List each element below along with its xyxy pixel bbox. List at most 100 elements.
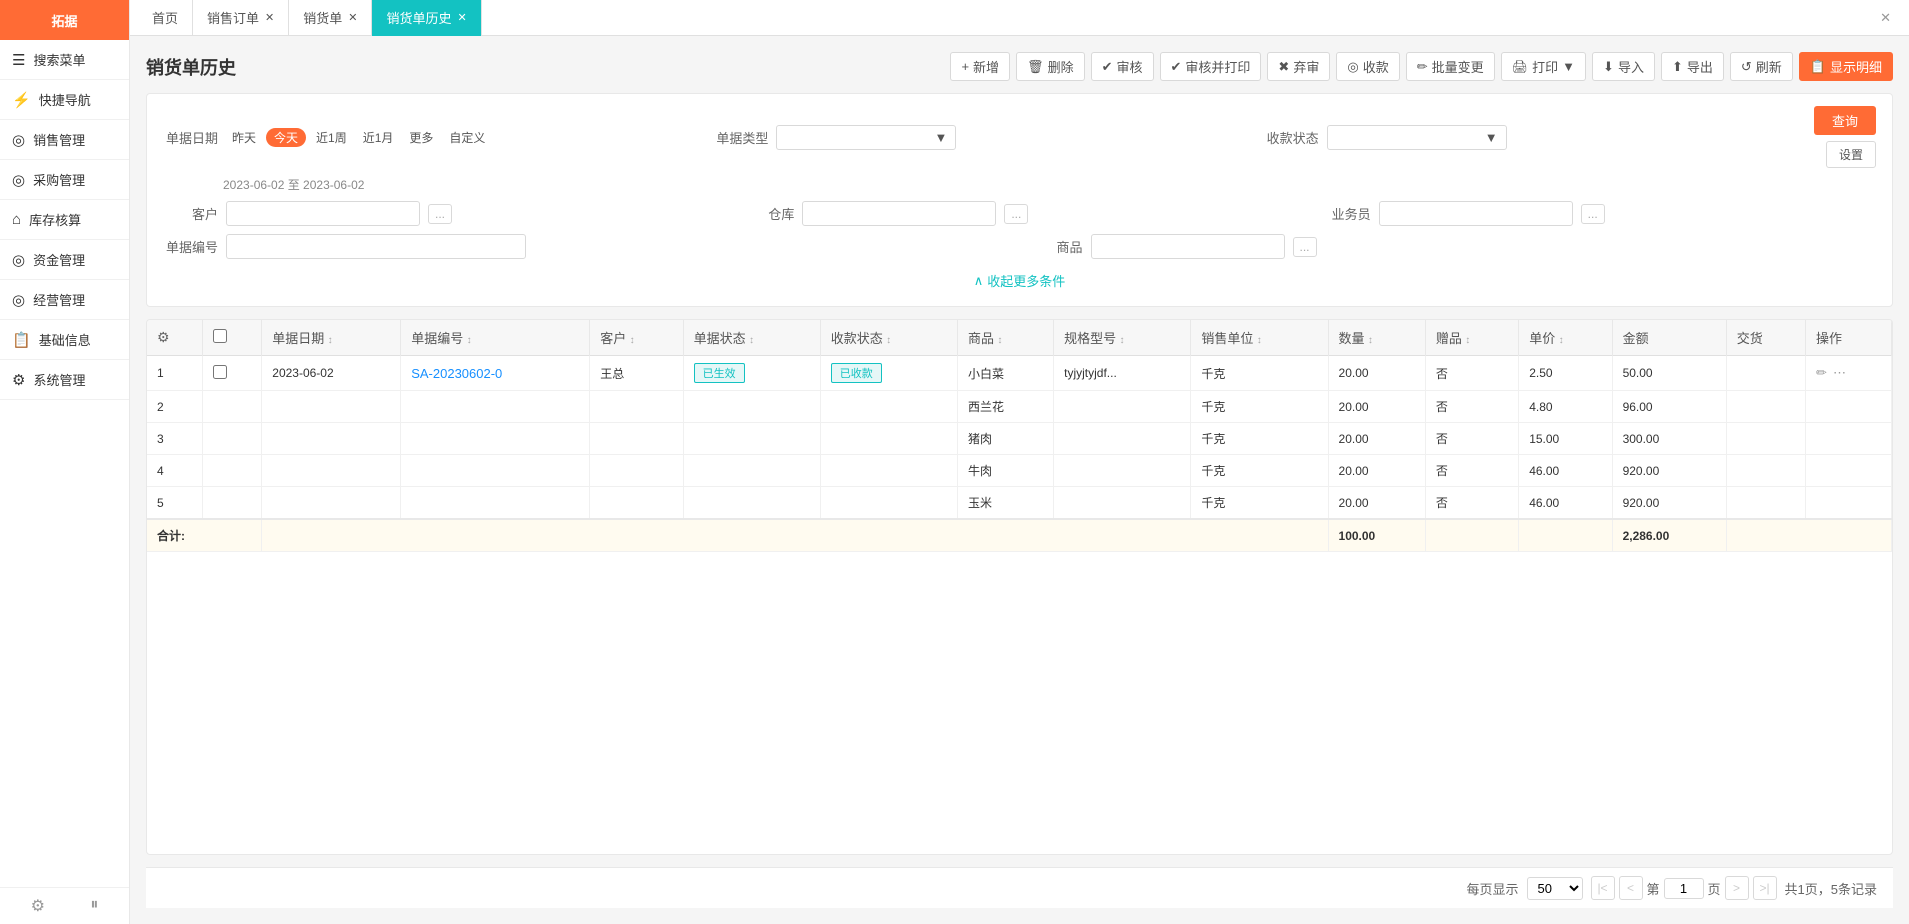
- page-size-select[interactable]: 50 100 200: [1527, 877, 1583, 900]
- date-filter-label: 单据日期: [163, 128, 218, 147]
- table-gear-icon[interactable]: ⚙: [157, 329, 170, 345]
- tab-home[interactable]: 首页: [138, 0, 193, 36]
- sidebar-settings-btn[interactable]: ⚙: [31, 896, 45, 916]
- close-all-tabs-btn[interactable]: ✕: [1870, 6, 1901, 30]
- close-sales-history-icon[interactable]: ✕: [458, 11, 467, 24]
- th-payment-status[interactable]: 收款状态 ↕: [820, 320, 957, 356]
- sidebar-item-basic-info[interactable]: 📋 基础信息: [0, 320, 129, 360]
- th-doc-date[interactable]: 单据日期 ↕: [262, 320, 401, 356]
- table-body: 1 2023-06-02 SA-20230602-0 王总 已生效 已收款 小白…: [147, 356, 1892, 552]
- row1-action-icons: ✏ ⋯: [1816, 365, 1881, 381]
- staff-input[interactable]: [1379, 201, 1573, 226]
- th-spec-model[interactable]: 规格型号 ↕: [1054, 320, 1191, 356]
- customer-ellipsis-btn[interactable]: ...: [428, 204, 452, 224]
- refresh-button[interactable]: ↺ 刷新: [1730, 52, 1793, 81]
- delete-button[interactable]: 🗑 删除: [1016, 52, 1085, 81]
- row1-edit-icon[interactable]: ✏: [1816, 365, 1827, 381]
- batch-change-button[interactable]: ✏ 批量变更: [1406, 52, 1495, 81]
- select-all-checkbox[interactable]: [213, 329, 227, 343]
- import-button[interactable]: ⬇ 导入: [1592, 52, 1655, 81]
- th-sales-unit[interactable]: 销售单位 ↕: [1191, 320, 1328, 356]
- more-shortcut[interactable]: 更多: [403, 128, 439, 147]
- new-button[interactable]: + 新增: [950, 52, 1010, 81]
- abandon-button[interactable]: ✖ 弃审: [1267, 52, 1330, 81]
- print-button[interactable]: 🖨 打印 ▼: [1501, 52, 1586, 81]
- doc-type-select[interactable]: ▼: [776, 125, 956, 150]
- sidebar-logo: 拓据: [0, 0, 129, 40]
- payment-status-filter-field: 收款状态 ▼: [1264, 125, 1798, 150]
- tab-sales-history[interactable]: 销货单历史 ✕: [372, 0, 481, 36]
- sidebar-pause-btn[interactable]: ⏸: [90, 896, 98, 916]
- close-sales-order-icon[interactable]: ✕: [265, 11, 274, 24]
- tab-sales-order[interactable]: 销售订单 ✕: [193, 0, 289, 36]
- row1-checkbox: [203, 356, 262, 391]
- audit-print-button[interactable]: ✔ 审核并打印: [1160, 52, 1262, 81]
- sidebar-item-quick-nav[interactable]: ⚡ 快捷导航: [0, 80, 129, 120]
- import-icon: ⬇: [1603, 59, 1614, 75]
- audit-button[interactable]: ✔ 审核: [1091, 52, 1154, 81]
- goods-ellipsis-btn[interactable]: ...: [1293, 237, 1317, 257]
- custom-shortcut[interactable]: 自定义: [443, 128, 491, 147]
- customer-input[interactable]: [226, 201, 420, 226]
- doc-no-input[interactable]: [226, 234, 526, 259]
- th-customer[interactable]: 客户 ↕: [590, 320, 683, 356]
- query-button[interactable]: 查询: [1814, 106, 1876, 135]
- next-page-btn[interactable]: >: [1725, 876, 1749, 900]
- yesterday-shortcut[interactable]: 昨天: [226, 128, 262, 147]
- first-page-btn[interactable]: |<: [1591, 876, 1615, 900]
- close-sales-goods-icon[interactable]: ✕: [348, 11, 357, 24]
- filter-collapse-btn[interactable]: ∧ 收起更多条件: [163, 267, 1876, 294]
- sidebar-item-purchase-mgmt[interactable]: ◎ 采购管理: [0, 160, 129, 200]
- th-doc-status[interactable]: 单据状态 ↕: [683, 320, 820, 356]
- row4-unit-price: 46.00: [1519, 455, 1612, 487]
- sidebar-item-operations[interactable]: ◎ 经营管理: [0, 280, 129, 320]
- last-page-btn[interactable]: >|: [1753, 876, 1777, 900]
- content-area: 销货单历史 + 新增 🗑 删除 ✔ 审核 ✔ 审核并打印: [130, 36, 1909, 924]
- summary-row: 合计: 100.00 2,286.00: [147, 519, 1892, 552]
- show-detail-button[interactable]: 📋 显示明细: [1799, 52, 1893, 81]
- sort-doc-status-icon: ↕: [749, 335, 754, 346]
- row1-index: 1: [147, 356, 203, 391]
- row1-select-checkbox[interactable]: [213, 365, 227, 379]
- setup-button[interactable]: 设置: [1826, 141, 1876, 168]
- th-goods[interactable]: 商品 ↕: [957, 320, 1053, 356]
- th-quantity[interactable]: 数量 ↕: [1328, 320, 1425, 356]
- sort-customer-icon: ↕: [630, 335, 635, 346]
- th-gear[interactable]: ⚙: [147, 320, 203, 356]
- sidebar-item-search-menu[interactable]: ☰ 搜索菜单: [0, 40, 129, 80]
- goods-input[interactable]: [1091, 234, 1285, 259]
- warehouse-input[interactable]: [802, 201, 996, 226]
- prev-page-btn[interactable]: <: [1619, 876, 1643, 900]
- operations-icon: ◎: [12, 291, 25, 309]
- today-shortcut[interactable]: 今天: [266, 128, 306, 147]
- row1-more-icon[interactable]: ⋯: [1833, 365, 1846, 381]
- filter-row-3: 单据编号 商品 ...: [163, 234, 1876, 259]
- delete-icon: 🗑: [1027, 59, 1044, 75]
- sidebar-item-inventory[interactable]: ⌂ 库存核算: [0, 200, 129, 240]
- last1month-shortcut[interactable]: 近1月: [357, 128, 400, 147]
- table-wrapper: ⚙ 单据日期 ↕ 单据编号 ↕ 客户 ↕ 单据状态 ↕ 收款状态 ↕ 商品 ↕ …: [146, 319, 1893, 855]
- staff-ellipsis-btn[interactable]: ...: [1581, 204, 1605, 224]
- sidebar-item-sys-mgmt[interactable]: ⚙ 系统管理: [0, 360, 129, 400]
- filter-actions-panel: 查询 设置: [1814, 106, 1876, 168]
- row2-sales-unit: 千克: [1191, 391, 1328, 423]
- warehouse-ellipsis-btn[interactable]: ...: [1004, 204, 1028, 224]
- sidebar-item-finance[interactable]: ◎ 资金管理: [0, 240, 129, 280]
- collect-button[interactable]: ◎ 收款: [1336, 52, 1399, 81]
- audit-icon: ✔: [1102, 59, 1113, 75]
- sort-gift-icon: ↕: [1465, 335, 1470, 346]
- last7days-shortcut[interactable]: 近1周: [310, 128, 353, 147]
- export-button[interactable]: ⬆ 导出: [1661, 52, 1724, 81]
- row2-unit-price: 4.80: [1519, 391, 1612, 423]
- tab-sales-goods[interactable]: 销货单 ✕: [289, 0, 372, 36]
- row1-doc-no-link[interactable]: SA-20230602-0: [411, 366, 502, 381]
- warehouse-label: 仓库: [739, 204, 794, 223]
- th-unit-price[interactable]: 单价 ↕: [1519, 320, 1612, 356]
- page-number-input[interactable]: [1664, 878, 1704, 899]
- print-icon: 🖨: [1512, 59, 1529, 75]
- th-doc-no[interactable]: 单据编号 ↕: [401, 320, 590, 356]
- payment-status-select[interactable]: ▼: [1327, 125, 1507, 150]
- sidebar-item-sales-mgmt[interactable]: ◎ 销售管理: [0, 120, 129, 160]
- table-header-row: ⚙ 单据日期 ↕ 单据编号 ↕ 客户 ↕ 单据状态 ↕ 收款状态 ↕ 商品 ↕ …: [147, 320, 1892, 356]
- th-gift[interactable]: 赠品 ↕: [1425, 320, 1518, 356]
